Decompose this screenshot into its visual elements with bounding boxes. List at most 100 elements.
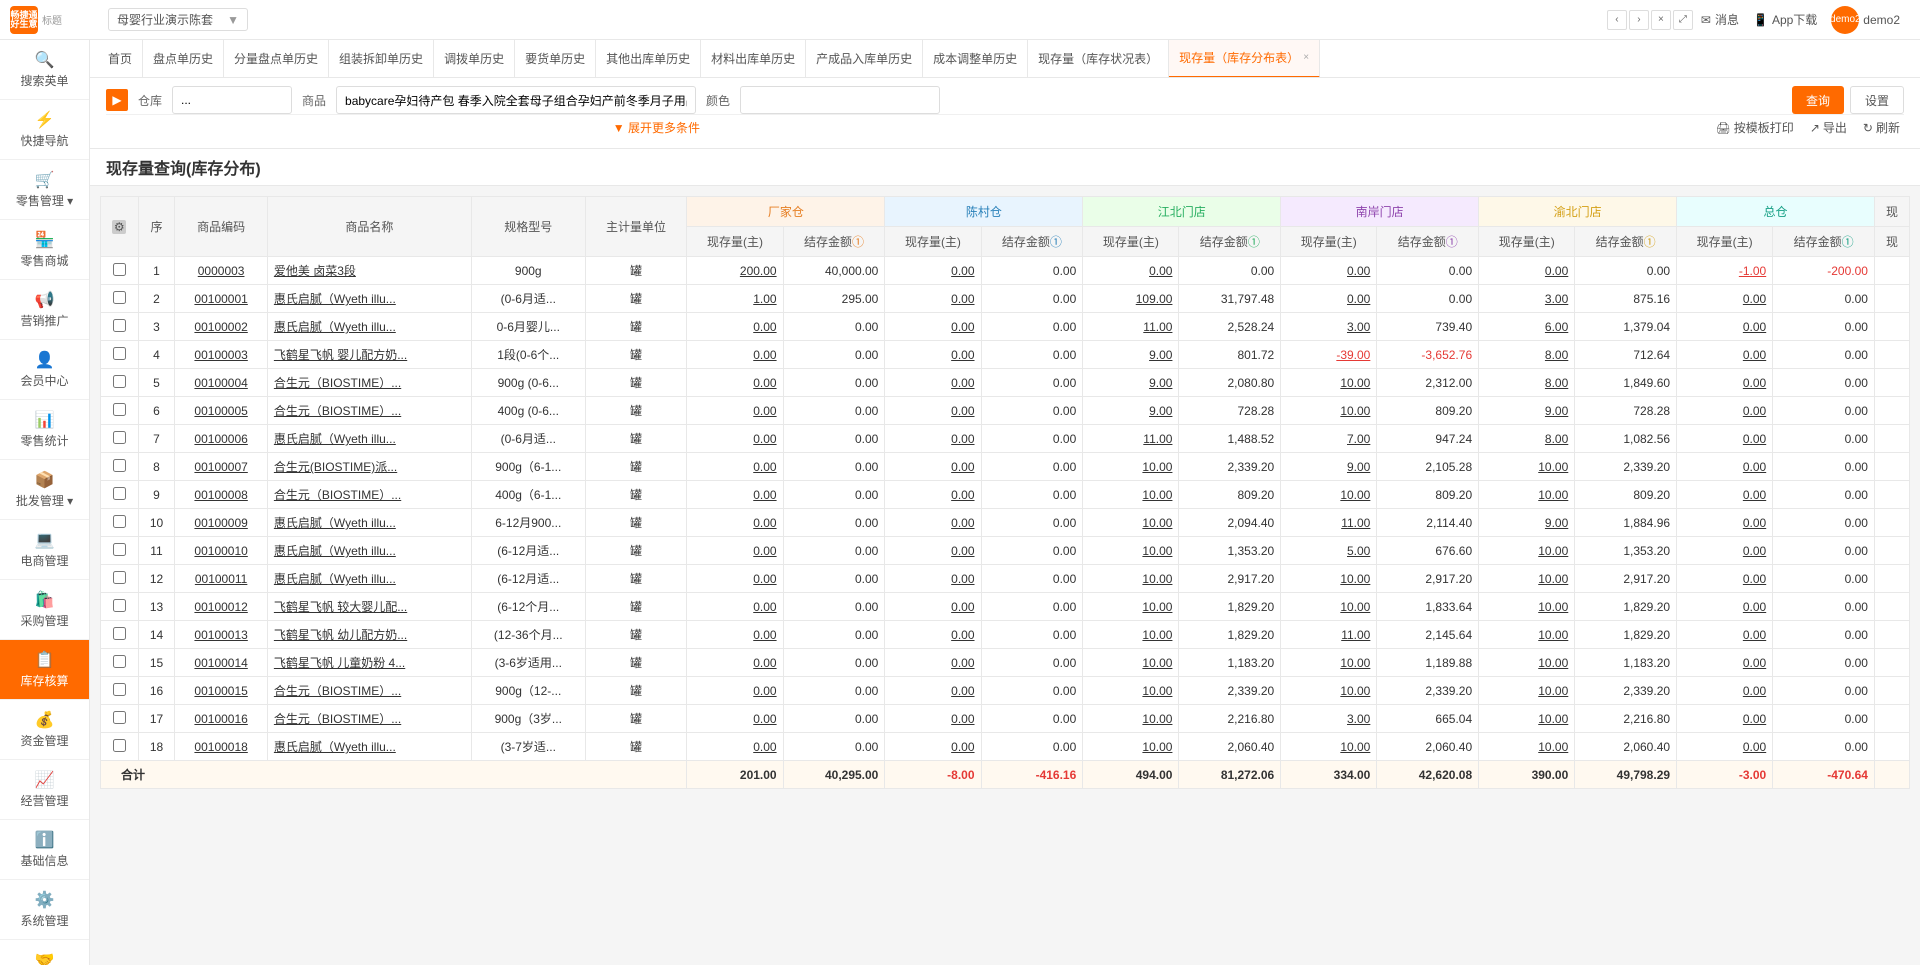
product-input[interactable] — [336, 86, 696, 114]
row-factory-qty[interactable]: 0.00 — [687, 649, 783, 677]
row-yubei-qty[interactable]: 9.00 — [1479, 509, 1575, 537]
row-factory-qty[interactable]: 0.00 — [687, 341, 783, 369]
print-btn[interactable]: 🖨 按模板打印 — [1716, 119, 1794, 136]
row-nanan-qty[interactable]: 10.00 — [1281, 369, 1377, 397]
row-name[interactable]: 飞鹤星飞帆 儿童奶粉 4... — [267, 649, 471, 677]
row-jiangbei-qty[interactable]: 9.00 — [1083, 341, 1179, 369]
row-checkbox[interactable] — [101, 677, 139, 705]
row-checkbox[interactable] — [101, 313, 139, 341]
row-code[interactable]: 00100012 — [175, 593, 268, 621]
row-total-qty[interactable]: 0.00 — [1677, 705, 1773, 733]
row-nanan-qty[interactable]: 10.00 — [1281, 565, 1377, 593]
row-jiangbei-qty[interactable]: 10.00 — [1083, 621, 1179, 649]
row-name[interactable]: 惠氏启腻（Wyeth illu... — [267, 285, 471, 313]
row-yubei-qty[interactable]: 8.00 — [1479, 425, 1575, 453]
tab-要货单历史[interactable]: 要货单历史 — [515, 40, 596, 78]
row-checkbox[interactable] — [101, 565, 139, 593]
row-checkbox[interactable] — [101, 649, 139, 677]
sidebar-item-批发管理[interactable]: 📦批发管理 ▾ — [0, 460, 89, 520]
row-nanan-qty[interactable]: 9.00 — [1281, 453, 1377, 481]
tab-材料出库单历史[interactable]: 材料出库单历史 — [701, 40, 806, 78]
row-jiangbei-qty[interactable]: 9.00 — [1083, 397, 1179, 425]
row-code[interactable]: 00100016 — [175, 705, 268, 733]
row-chencun-qty[interactable]: 0.00 — [885, 509, 981, 537]
row-total-qty[interactable]: 0.00 — [1677, 481, 1773, 509]
row-jiangbei-qty[interactable]: 10.00 — [1083, 453, 1179, 481]
row-name[interactable]: 飞鹤星飞帆 婴儿配方奶... — [267, 341, 471, 369]
row-nanan-qty[interactable]: 0.00 — [1281, 285, 1377, 313]
row-total-qty[interactable]: 0.00 — [1677, 425, 1773, 453]
sidebar-item-库存核算[interactable]: 📋库存核算 — [0, 640, 89, 700]
row-code[interactable]: 00100011 — [175, 565, 268, 593]
tab-分量盘点单历史[interactable]: 分量盘点单历史 — [224, 40, 329, 78]
row-nanan-qty[interactable]: 3.00 — [1281, 313, 1377, 341]
row-checkbox[interactable] — [101, 509, 139, 537]
expand-collapse-btn[interactable]: ▶ — [106, 89, 128, 111]
close-all[interactable]: × — [1651, 10, 1671, 30]
tab-盘点单历史[interactable]: 盘点单历史 — [143, 40, 224, 78]
row-checkbox[interactable] — [101, 621, 139, 649]
row-yubei-qty[interactable]: 10.00 — [1479, 649, 1575, 677]
tab-产成品入库单历史[interactable]: 产成品入库单历史 — [806, 40, 923, 78]
row-jiangbei-qty[interactable]: 109.00 — [1083, 285, 1179, 313]
row-total-qty[interactable]: 0.00 — [1677, 509, 1773, 537]
row-factory-qty[interactable]: 0.00 — [687, 565, 783, 593]
row-yubei-qty[interactable]: 10.00 — [1479, 537, 1575, 565]
row-nanan-qty[interactable]: 10.00 — [1281, 677, 1377, 705]
row-total-qty[interactable]: -1.00 — [1677, 257, 1773, 285]
row-yubei-qty[interactable]: 3.00 — [1479, 285, 1575, 313]
row-jiangbei-qty[interactable]: 10.00 — [1083, 565, 1179, 593]
template-selector[interactable]: 母婴行业演示陈套 ▼ — [108, 8, 248, 31]
row-jiangbei-qty[interactable]: 10.00 — [1083, 593, 1179, 621]
sidebar-item-零售管理[interactable]: 🛒零售管理 ▾ — [0, 160, 89, 220]
row-checkbox[interactable] — [101, 397, 139, 425]
sidebar-item-经营管理[interactable]: 📈经营管理 — [0, 760, 89, 820]
row-yubei-qty[interactable]: 10.00 — [1479, 565, 1575, 593]
row-factory-qty[interactable]: 0.00 — [687, 481, 783, 509]
tab-调拨单历史[interactable]: 调拨单历史 — [434, 40, 515, 78]
row-checkbox[interactable] — [101, 593, 139, 621]
row-yubei-qty[interactable]: 10.00 — [1479, 677, 1575, 705]
row-nanan-qty[interactable]: 7.00 — [1281, 425, 1377, 453]
row-checkbox[interactable] — [101, 453, 139, 481]
row-nanan-qty[interactable]: 3.00 — [1281, 705, 1377, 733]
row-name[interactable]: 飞鹤星飞帆 幼儿配方奶... — [267, 621, 471, 649]
row-name[interactable]: 惠氏启腻（Wyeth illu... — [267, 733, 471, 761]
row-checkbox[interactable] — [101, 733, 139, 761]
prev-arrow[interactable]: ‹ — [1607, 10, 1627, 30]
row-code[interactable]: 00100015 — [175, 677, 268, 705]
sidebar-item-营销推广[interactable]: 📢营销推广 — [0, 280, 89, 340]
row-chencun-qty[interactable]: 0.00 — [885, 369, 981, 397]
row-name[interactable]: 爱他美 卤菜3段 — [267, 257, 471, 285]
user-avatar[interactable]: demo2 demo2 — [1831, 6, 1900, 34]
row-code[interactable]: 00100014 — [175, 649, 268, 677]
row-factory-qty[interactable]: 0.00 — [687, 369, 783, 397]
row-code[interactable]: 00100002 — [175, 313, 268, 341]
row-checkbox[interactable] — [101, 425, 139, 453]
row-name[interactable]: 惠氏启腻（Wyeth illu... — [267, 537, 471, 565]
row-jiangbei-qty[interactable]: 9.00 — [1083, 369, 1179, 397]
row-code[interactable]: 00100010 — [175, 537, 268, 565]
row-yubei-qty[interactable]: 10.00 — [1479, 481, 1575, 509]
row-factory-qty[interactable]: 0.00 — [687, 537, 783, 565]
row-jiangbei-qty[interactable]: 10.00 — [1083, 537, 1179, 565]
row-jiangbei-qty[interactable]: 10.00 — [1083, 677, 1179, 705]
row-factory-qty[interactable]: 0.00 — [687, 733, 783, 761]
row-factory-qty[interactable]: 0.00 — [687, 677, 783, 705]
row-yubei-qty[interactable]: 0.00 — [1479, 257, 1575, 285]
sidebar-item-搜索英单[interactable]: 🔍搜索英单 — [0, 40, 89, 100]
row-nanan-qty[interactable]: 5.00 — [1281, 537, 1377, 565]
sidebar-item-资金管理[interactable]: 💰资金管理 — [0, 700, 89, 760]
row-total-qty[interactable]: 0.00 — [1677, 397, 1773, 425]
color-input[interactable] — [740, 86, 940, 114]
row-total-qty[interactable]: 0.00 — [1677, 677, 1773, 705]
row-name[interactable]: 合生元（BIOSTIME）... — [267, 677, 471, 705]
row-name[interactable]: 飞鹤星飞帆 较大婴儿配... — [267, 593, 471, 621]
sidebar-item-会员中心[interactable]: 👤会员中心 — [0, 340, 89, 400]
row-name[interactable]: 合生元（BIOSTIME）... — [267, 397, 471, 425]
row-total-qty[interactable]: 0.00 — [1677, 285, 1773, 313]
row-chencun-qty[interactable]: 0.00 — [885, 313, 981, 341]
tab-成本调整单历史[interactable]: 成本调整单历史 — [923, 40, 1028, 78]
row-total-qty[interactable]: 0.00 — [1677, 593, 1773, 621]
row-name[interactable]: 惠氏启腻（Wyeth illu... — [267, 425, 471, 453]
